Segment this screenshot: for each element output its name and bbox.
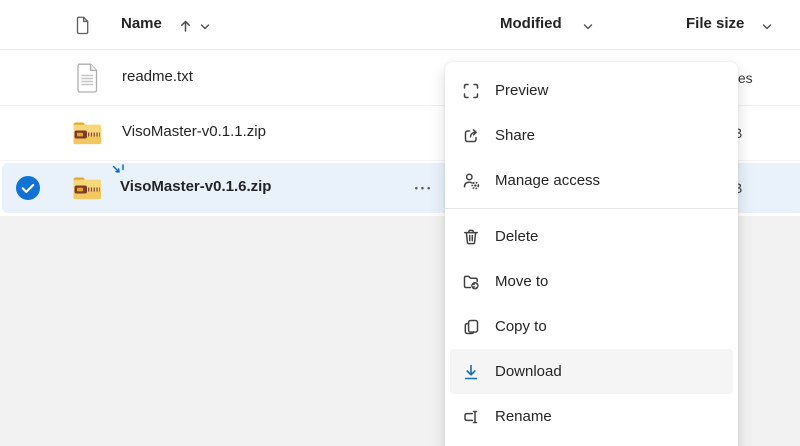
menu-item-label: Move to xyxy=(495,273,549,290)
column-header-modified[interactable]: Modified xyxy=(500,15,562,32)
menu-item-label: Share xyxy=(495,127,536,144)
menu-item-label: Manage access xyxy=(495,172,601,189)
menu-item-label: Delete xyxy=(495,228,539,245)
menu-item-label: Copy to xyxy=(495,318,547,335)
file-type-column-icon[interactable] xyxy=(74,14,91,36)
move-to-icon xyxy=(463,275,479,289)
file-name: readme.txt xyxy=(122,68,193,85)
file-size-dropdown-chevron-icon[interactable] xyxy=(761,21,773,33)
file-manager-view: Name Modified File size readme.txt tes V… xyxy=(0,0,800,446)
sort-ascending-icon[interactable] xyxy=(179,19,192,33)
menu-item-rename[interactable]: Rename xyxy=(450,394,733,439)
file-name: VisoMaster-v0.1.1.zip xyxy=(122,123,266,140)
text-file-icon xyxy=(77,63,98,93)
menu-item-delete[interactable]: Delete xyxy=(450,214,733,259)
menu-item-label: Preview xyxy=(495,82,549,99)
manage-access-icon xyxy=(463,173,480,189)
share-icon xyxy=(464,128,477,142)
menu-item-label: Download xyxy=(495,363,562,380)
column-header-file-size[interactable]: File size xyxy=(686,15,744,32)
menu-item-copy-to[interactable]: Copy to xyxy=(450,304,733,349)
context-menu: Preview Share Manage access Delete Move … xyxy=(445,62,738,446)
name-dropdown-chevron-icon[interactable] xyxy=(199,21,211,33)
file-name: VisoMaster-v0.1.6.zip xyxy=(120,178,272,195)
menu-item-download[interactable]: Download xyxy=(450,349,733,394)
delete-icon xyxy=(464,229,478,244)
menu-item-label: Rename xyxy=(495,408,552,425)
rename-icon xyxy=(464,410,478,423)
preview-icon xyxy=(463,83,479,98)
menu-item-manage-access[interactable]: Manage access xyxy=(450,158,733,203)
list-header: Name Modified File size xyxy=(0,0,800,50)
menu-item-preview[interactable]: Preview xyxy=(450,68,733,113)
menu-divider xyxy=(445,208,738,209)
menu-item-share[interactable]: Share xyxy=(450,113,733,158)
selected-checkmark-icon[interactable] xyxy=(16,176,40,200)
modified-dropdown-chevron-icon[interactable] xyxy=(582,21,594,33)
zip-archive-icon xyxy=(73,122,101,145)
column-header-name[interactable]: Name xyxy=(121,15,162,32)
menu-item-move-to[interactable]: Move to xyxy=(450,259,733,304)
download-icon xyxy=(464,364,478,379)
more-options-button[interactable]: ••• xyxy=(408,175,440,201)
copy-to-icon xyxy=(464,319,479,334)
zip-archive-icon xyxy=(73,177,101,200)
